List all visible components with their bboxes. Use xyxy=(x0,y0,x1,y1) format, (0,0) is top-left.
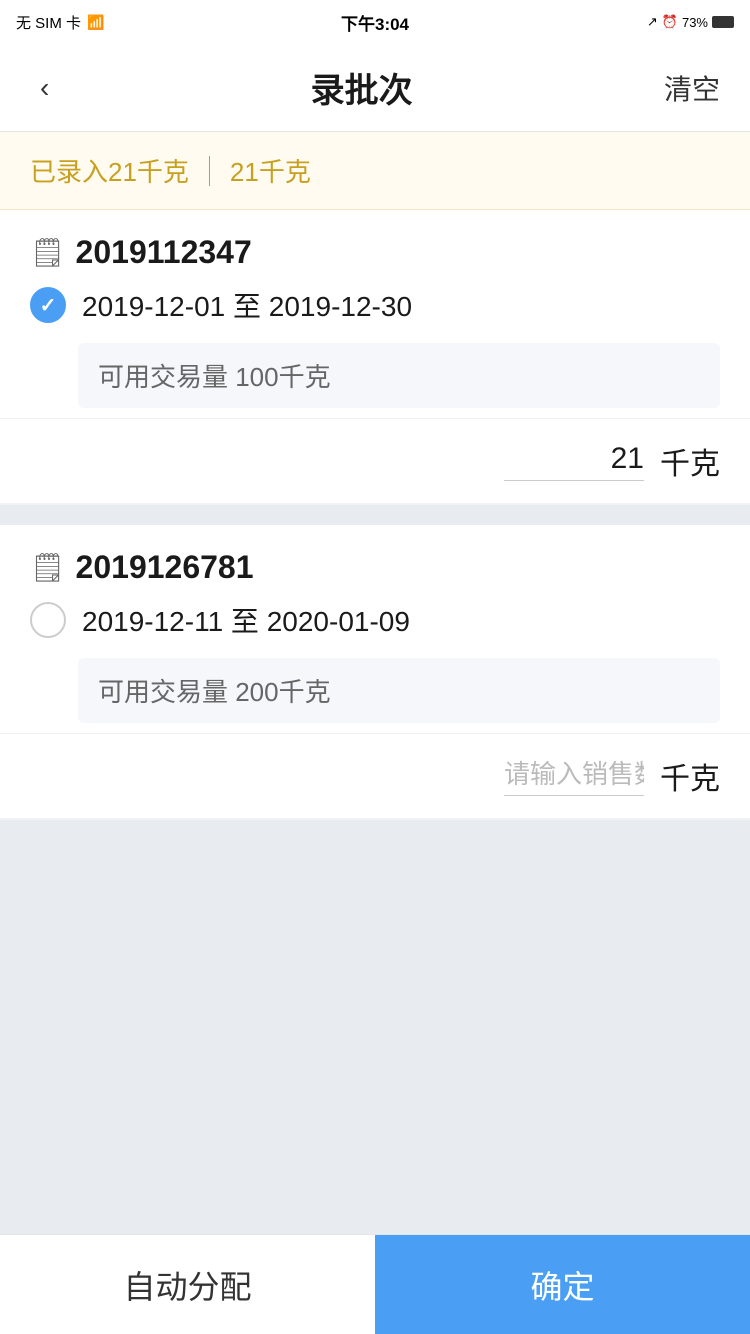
amount-input-1[interactable] xyxy=(504,442,644,481)
batch-date-2: 2019-12-11 至 2020-01-09 xyxy=(82,600,410,640)
back-button[interactable]: ‹ xyxy=(30,62,59,114)
amount-input-2[interactable] xyxy=(504,757,644,796)
batch-item-1: 🗒 2019112347 2019-12-01 至 2019-12-30 可用交… xyxy=(0,210,750,503)
section-separator xyxy=(0,505,750,525)
carrier-text: 无 SIM 卡 xyxy=(16,12,81,33)
alarm-icon: ⏰ xyxy=(662,14,678,30)
clear-button[interactable]: 清空 xyxy=(664,68,720,108)
summary-bar: 已录入21千克 21千克 xyxy=(0,132,750,210)
amount-row-1: 千克 xyxy=(0,418,750,503)
page-title: 录批次 xyxy=(311,63,413,112)
empty-area xyxy=(0,820,750,1234)
batch-qty-2: 可用交易量 200千克 xyxy=(78,658,720,723)
batch-id-2: 2019126781 xyxy=(76,549,254,586)
batch-date-1: 2019-12-01 至 2019-12-30 xyxy=(82,285,412,325)
wifi-icon: 📶 xyxy=(87,14,104,31)
batch-icon-2: 🗒 xyxy=(30,551,66,584)
radio-btn-2[interactable] xyxy=(30,602,66,638)
summary-divider xyxy=(209,156,210,186)
batch-date-row-1: 2019-12-01 至 2019-12-30 xyxy=(0,281,750,335)
nav-bar: ‹ 录批次 清空 xyxy=(0,44,750,132)
status-time: 下午3:04 xyxy=(341,10,409,35)
batch-icon-1: 🗒 xyxy=(30,236,66,269)
status-left: 无 SIM 卡 📶 xyxy=(16,12,104,33)
battery-icon xyxy=(712,16,734,28)
status-bar: 无 SIM 卡 📶 下午3:04 ↗ ⏰ 73% xyxy=(0,0,750,44)
unit-1: 千克 xyxy=(660,439,720,483)
auto-distribute-button[interactable]: 自动分配 xyxy=(0,1235,375,1334)
batch-header-1: 🗒 2019112347 xyxy=(0,210,750,281)
summary-value: 21千克 xyxy=(230,152,311,189)
radio-btn-1[interactable] xyxy=(30,287,66,323)
status-right: ↗ ⏰ 73% xyxy=(647,14,734,30)
batch-header-2: 🗒 2019126781 xyxy=(0,525,750,596)
batch-item-2: 🗒 2019126781 2019-12-11 至 2020-01-09 可用交… xyxy=(0,525,750,818)
unit-2: 千克 xyxy=(660,754,720,798)
location-icon: ↗ xyxy=(647,14,658,30)
footer: 自动分配 确定 xyxy=(0,1234,750,1334)
batch-qty-1: 可用交易量 100千克 xyxy=(78,343,720,408)
batch-id-1: 2019112347 xyxy=(76,234,252,271)
summary-label: 已录入21千克 xyxy=(30,152,189,189)
amount-row-2: 千克 xyxy=(0,733,750,818)
battery-text: 73% xyxy=(682,15,708,30)
batch-date-row-2: 2019-12-11 至 2020-01-09 xyxy=(0,596,750,650)
confirm-button[interactable]: 确定 xyxy=(375,1235,750,1334)
